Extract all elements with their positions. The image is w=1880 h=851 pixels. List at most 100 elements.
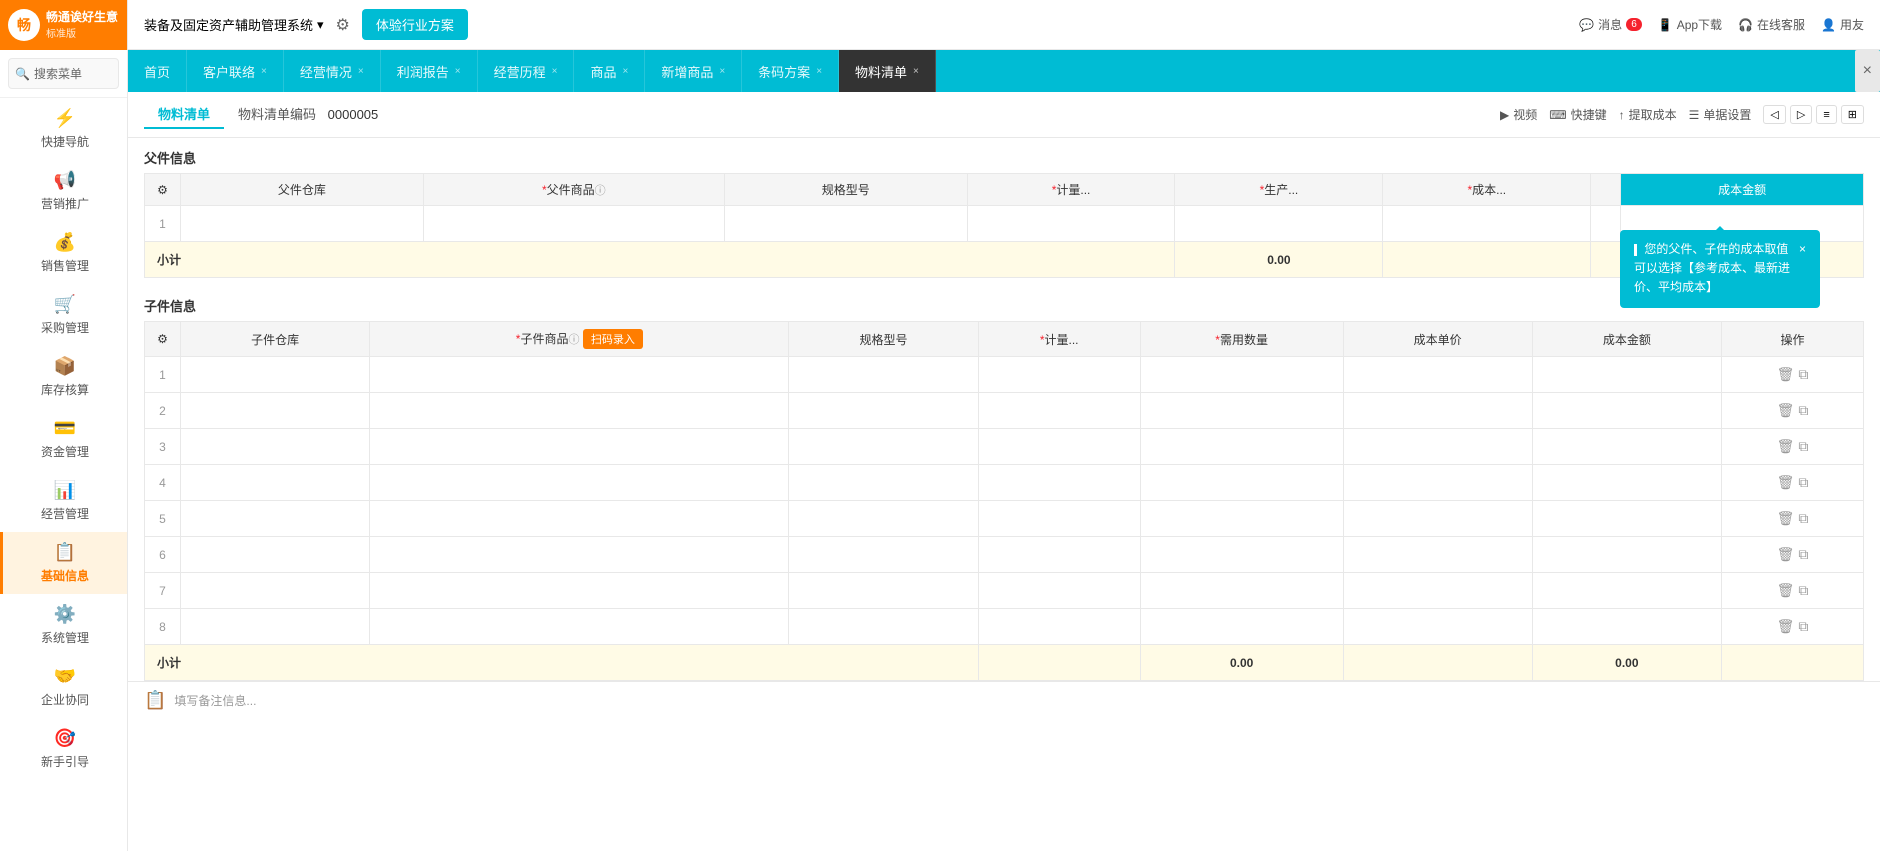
child-cell-unit-1[interactable] <box>978 357 1140 393</box>
child-cell-unit-6[interactable] <box>978 537 1140 573</box>
sidebar-item-system[interactable]: ⚙️系统管理 <box>0 594 127 656</box>
child-cell-warehouse-6[interactable] <box>181 537 370 573</box>
sidebar-item-marketing[interactable]: 📢营销推广 <box>0 160 127 222</box>
child-cell-spec-8[interactable] <box>789 609 978 645</box>
shortcut-action[interactable]: ⌨ 快捷键 <box>1549 106 1606 123</box>
online-service-action[interactable]: 🎧 在线客服 <box>1738 16 1805 33</box>
navtab-profit-report[interactable]: 利润报告 × <box>381 50 478 92</box>
parent-col-settings[interactable]: ⚙ <box>145 174 181 206</box>
copy-icon-6[interactable]: ⧉ <box>1798 546 1808 563</box>
child-cell-unit-8[interactable] <box>978 609 1140 645</box>
sidebar-item-operation[interactable]: 📊经营管理 <box>0 470 127 532</box>
navtab-new-goods[interactable]: 新增商品 × <box>645 50 742 92</box>
copy-icon-4[interactable]: ⧉ <box>1798 474 1808 491</box>
child-cell-qty-2[interactable] <box>1140 393 1343 429</box>
child-cell-spec-2[interactable] <box>789 393 978 429</box>
child-cell-unit-cost-6[interactable] <box>1343 537 1532 573</box>
navtab-close-operation-status[interactable]: × <box>358 66 364 77</box>
navtab-biz-history[interactable]: 经营历程 × <box>478 50 575 92</box>
child-cell-unit-5[interactable] <box>978 501 1140 537</box>
sidebar-item-purchase[interactable]: 🛒采购管理 <box>0 284 127 346</box>
child-cell-spec-5[interactable] <box>789 501 978 537</box>
subtab-bom-list[interactable]: 物料清单 <box>144 100 224 129</box>
navtab-close-biz-history[interactable]: × <box>552 66 558 77</box>
extract-cost-action[interactable]: ↑ 提取成本 <box>1619 106 1677 123</box>
child-cell-product-1[interactable] <box>370 357 789 393</box>
parent-cell-production[interactable] <box>1175 206 1383 242</box>
copy-icon-8[interactable]: ⧉ <box>1798 618 1808 635</box>
copy-icon-3[interactable]: ⧉ <box>1798 438 1808 455</box>
child-cell-qty-3[interactable] <box>1140 429 1343 465</box>
child-cell-spec-1[interactable] <box>789 357 978 393</box>
delete-icon-4[interactable]: 🗑 <box>1777 474 1795 491</box>
navtab-bom[interactable]: 物料清单 × <box>839 50 936 92</box>
search-menu-button[interactable]: 🔍 搜索菜单 <box>8 58 119 89</box>
child-cell-qty-7[interactable] <box>1140 573 1343 609</box>
child-cell-product-6[interactable] <box>370 537 789 573</box>
nav-next-button[interactable]: ▷ <box>1790 105 1812 124</box>
system-name-dropdown[interactable]: 装备及固定资产辅助管理系统 ▾ <box>144 15 324 34</box>
nav-expand-button[interactable]: ⊞ <box>1841 105 1864 124</box>
single-settings-action[interactable]: ☰ 单据设置 <box>1689 106 1752 123</box>
sidebar-item-quick-nav[interactable]: ⚡快捷导航 <box>0 98 127 160</box>
child-cell-warehouse-2[interactable] <box>181 393 370 429</box>
tooltip-close-btn[interactable]: × <box>1799 240 1806 259</box>
child-cell-warehouse-8[interactable] <box>181 609 370 645</box>
view-action[interactable]: ▶ 视频 <box>1500 106 1537 123</box>
delete-icon-8[interactable]: 🗑 <box>1777 618 1795 635</box>
child-cell-spec-7[interactable] <box>789 573 978 609</box>
child-cell-warehouse-4[interactable] <box>181 465 370 501</box>
topbar-settings-icon[interactable]: ⚙ <box>336 15 350 35</box>
navtab-close-barcode[interactable]: × <box>816 66 822 77</box>
parent-cell-warehouse[interactable] <box>181 206 424 242</box>
sidebar-item-guide[interactable]: 🎯新手引导 <box>0 718 127 780</box>
navtab-close-profit-report[interactable]: × <box>455 66 461 77</box>
navtab-operation-status[interactable]: 经营情况 × <box>284 50 381 92</box>
navtab-close-bom[interactable]: × <box>913 66 919 77</box>
child-cell-qty-4[interactable] <box>1140 465 1343 501</box>
copy-icon-2[interactable]: ⧉ <box>1798 402 1808 419</box>
sidebar-item-sales[interactable]: 💰销售管理 <box>0 222 127 284</box>
child-cell-product-8[interactable] <box>370 609 789 645</box>
child-cell-unit-2[interactable] <box>978 393 1140 429</box>
child-cell-warehouse-3[interactable] <box>181 429 370 465</box>
delete-icon-7[interactable]: 🗑 <box>1777 582 1795 599</box>
delete-icon-3[interactable]: 🗑 <box>1777 438 1795 455</box>
child-cell-unit-cost-1[interactable] <box>1343 357 1532 393</box>
child-cell-spec-3[interactable] <box>789 429 978 465</box>
delete-icon-6[interactable]: 🗑 <box>1777 546 1795 563</box>
delete-icon-2[interactable]: 🗑 <box>1777 402 1795 419</box>
parent-cell-unit[interactable] <box>967 206 1175 242</box>
scan-btn[interactable]: 扫码录入 <box>583 329 643 349</box>
sidebar-item-inventory[interactable]: 📦库存核算 <box>0 346 127 408</box>
subtab-bom-code[interactable]: 物料清单编码 0000005 <box>224 100 392 129</box>
copy-icon-7[interactable]: ⧉ <box>1798 582 1808 599</box>
sidebar-item-finance[interactable]: 💳资金管理 <box>0 408 127 470</box>
app-download-action[interactable]: 📱 App下载 <box>1658 16 1722 33</box>
delete-icon-1[interactable]: 🗑 <box>1777 366 1795 383</box>
navtab-customer[interactable]: 客户联络 × <box>187 50 284 92</box>
navtab-close-new-goods[interactable]: × <box>719 66 725 77</box>
navtab-barcode[interactable]: 条码方案 × <box>742 50 839 92</box>
child-cell-unit-cost-5[interactable] <box>1343 501 1532 537</box>
child-cell-unit-7[interactable] <box>978 573 1140 609</box>
child-cell-unit-cost-4[interactable] <box>1343 465 1532 501</box>
navtab-close-goods[interactable]: × <box>622 66 628 77</box>
child-cell-product-2[interactable] <box>370 393 789 429</box>
parent-cell-spec[interactable] <box>724 206 967 242</box>
delete-icon-5[interactable]: 🗑 <box>1777 510 1795 527</box>
child-cell-warehouse-1[interactable] <box>181 357 370 393</box>
nav-list-button[interactable]: ≡ <box>1816 105 1836 124</box>
parent-cell-product[interactable] <box>423 206 724 242</box>
child-cell-spec-6[interactable] <box>789 537 978 573</box>
navtab-close-customer[interactable]: × <box>261 66 267 77</box>
child-cell-unit-cost-8[interactable] <box>1343 609 1532 645</box>
child-cell-warehouse-7[interactable] <box>181 573 370 609</box>
child-cell-qty-6[interactable] <box>1140 537 1343 573</box>
child-cell-qty-8[interactable] <box>1140 609 1343 645</box>
child-cell-qty-5[interactable] <box>1140 501 1343 537</box>
child-col-settings[interactable]: ⚙ <box>145 322 181 357</box>
sidebar-item-enterprise[interactable]: 🤝企业协同 <box>0 656 127 718</box>
copy-icon-5[interactable]: ⧉ <box>1798 510 1808 527</box>
child-cell-product-5[interactable] <box>370 501 789 537</box>
